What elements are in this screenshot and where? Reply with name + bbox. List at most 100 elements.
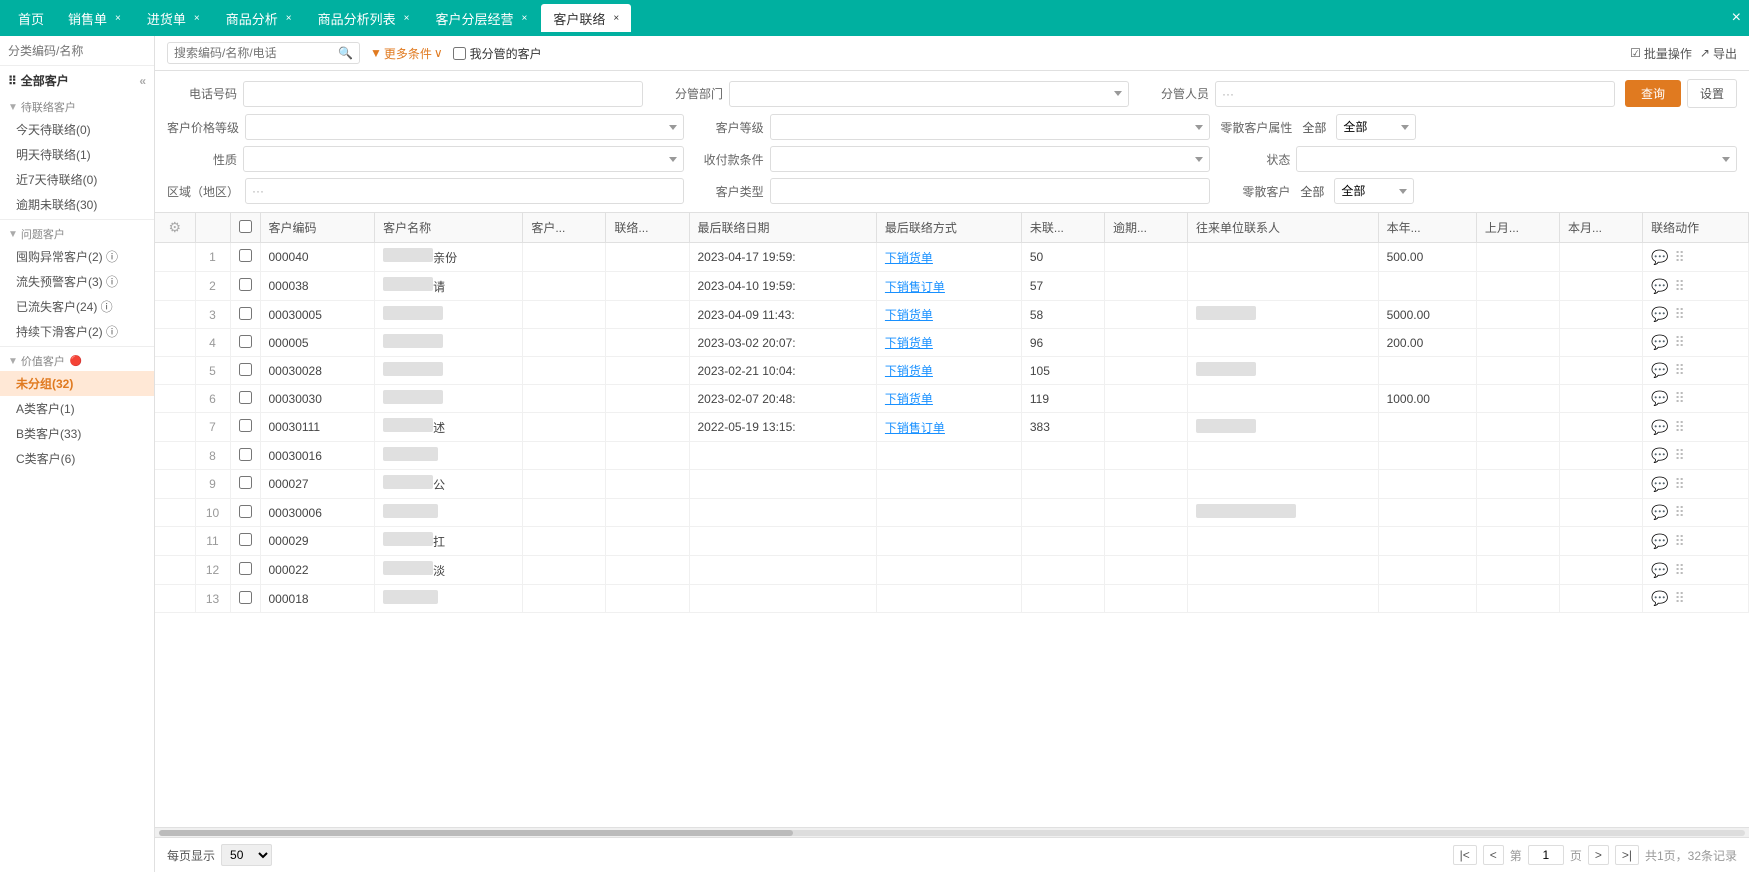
sidebar-item-today[interactable]: 今天待联络(0) bbox=[0, 117, 154, 142]
more-action-icon[interactable]: ⠿ bbox=[1675, 278, 1685, 295]
row-checkbox[interactable] bbox=[239, 533, 252, 546]
last-page-btn[interactable]: >| bbox=[1615, 845, 1639, 865]
more-action-icon[interactable]: ⠿ bbox=[1675, 334, 1685, 351]
sidebar-search-input[interactable] bbox=[8, 44, 155, 58]
row-last-contact-way[interactable]: 下销货单 bbox=[876, 329, 1021, 357]
close-tab-customer-tier[interactable]: × bbox=[521, 13, 527, 24]
close-tab-product[interactable]: × bbox=[286, 13, 292, 24]
more-action-icon[interactable]: ⠿ bbox=[1675, 249, 1685, 266]
row-checkbox[interactable] bbox=[239, 278, 252, 291]
close-tab-product-list[interactable]: × bbox=[404, 13, 410, 24]
row-last-contact-way[interactable]: 下销售订单 bbox=[876, 272, 1021, 301]
contact-icon[interactable]: 💬 bbox=[1651, 419, 1668, 436]
row-last-contact-way[interactable] bbox=[876, 499, 1021, 527]
more-action-icon[interactable]: ⠿ bbox=[1675, 590, 1685, 607]
row-checkbox[interactable] bbox=[239, 363, 252, 376]
row-checkbox-cell[interactable] bbox=[230, 499, 260, 527]
row-checkbox-cell[interactable] bbox=[230, 527, 260, 556]
row-checkbox-cell[interactable] bbox=[230, 357, 260, 385]
select-payment[interactable] bbox=[770, 146, 1211, 172]
checkbox-col-header[interactable] bbox=[230, 213, 260, 243]
tab-purchase-order[interactable]: 进货单 × bbox=[135, 4, 212, 32]
dots-person[interactable]: ··· bbox=[1215, 81, 1615, 107]
row-checkbox-cell[interactable] bbox=[230, 585, 260, 613]
row-checkbox-cell[interactable] bbox=[230, 413, 260, 442]
contact-icon[interactable]: 💬 bbox=[1651, 362, 1668, 379]
more-conditions-btn[interactable]: ▼ 更多条件 ∨ bbox=[370, 45, 443, 62]
select-status[interactable] bbox=[1296, 146, 1737, 172]
contact-icon[interactable]: 💬 bbox=[1651, 590, 1668, 607]
row-checkbox-cell[interactable] bbox=[230, 272, 260, 301]
row-last-contact-way[interactable]: 下销货单 bbox=[876, 385, 1021, 413]
row-last-contact-way[interactable]: 下销货单 bbox=[876, 357, 1021, 385]
row-checkbox[interactable] bbox=[239, 335, 252, 348]
row-checkbox-cell[interactable] bbox=[230, 243, 260, 272]
select-cust-level[interactable] bbox=[770, 114, 1211, 140]
reset-button[interactable]: 设置 bbox=[1687, 79, 1737, 108]
sidebar-item-abnormal[interactable]: 囤购异常客户(2) ⓘ bbox=[0, 244, 154, 269]
row-last-contact-way[interactable]: 下销售订单 bbox=[876, 413, 1021, 442]
close-tab-purchase[interactable]: × bbox=[194, 13, 200, 24]
scrollbar-thumb[interactable] bbox=[159, 830, 793, 836]
select-nature[interactable] bbox=[243, 146, 684, 172]
row-checkbox[interactable] bbox=[239, 249, 252, 262]
search-icon[interactable]: 🔍 bbox=[338, 46, 353, 60]
my-customers-checkbox[interactable] bbox=[453, 47, 466, 60]
more-action-icon[interactable]: ⠿ bbox=[1675, 390, 1685, 407]
all-customers-header[interactable]: ⠿ 全部客户 « bbox=[0, 66, 154, 95]
per-page-select[interactable]: 50 20 100 bbox=[221, 844, 272, 866]
sidebar-item-a-class[interactable]: A类客户(1) bbox=[0, 396, 154, 421]
contact-icon[interactable]: 💬 bbox=[1651, 504, 1668, 521]
select-dept[interactable] bbox=[729, 81, 1129, 107]
contact-icon[interactable]: 💬 bbox=[1651, 278, 1668, 295]
contact-icon[interactable]: 💬 bbox=[1651, 390, 1668, 407]
contact-icon[interactable]: 💬 bbox=[1651, 533, 1668, 550]
first-page-btn[interactable]: |< bbox=[1453, 845, 1477, 865]
row-checkbox[interactable] bbox=[239, 307, 252, 320]
sidebar-item-churned[interactable]: 已流失客户(24) ⓘ bbox=[0, 294, 154, 319]
page-num-input[interactable] bbox=[1528, 845, 1564, 865]
contact-icon[interactable]: 💬 bbox=[1651, 447, 1668, 464]
row-checkbox[interactable] bbox=[239, 562, 252, 575]
row-last-contact-way[interactable] bbox=[876, 527, 1021, 556]
contact-icon[interactable]: 💬 bbox=[1651, 562, 1668, 579]
row-last-contact-way[interactable]: 下销货单 bbox=[876, 243, 1021, 272]
sidebar-item-churn-warning[interactable]: 流失预警客户(3) ⓘ bbox=[0, 269, 154, 294]
batch-ops-btn[interactable]: ☑ 批量操作 bbox=[1630, 45, 1692, 62]
more-action-icon[interactable]: ⠿ bbox=[1675, 419, 1685, 436]
row-checkbox-cell[interactable] bbox=[230, 329, 260, 357]
next-page-btn[interactable]: > bbox=[1588, 845, 1609, 865]
more-action-icon[interactable]: ⠿ bbox=[1675, 306, 1685, 323]
group-problem-label[interactable]: ▼ 问题客户 bbox=[0, 222, 154, 244]
tab-sales-order[interactable]: 销售单 × bbox=[56, 4, 133, 32]
more-action-icon[interactable]: ⠿ bbox=[1675, 362, 1685, 379]
row-checkbox[interactable] bbox=[239, 505, 252, 518]
select-retail-attr[interactable]: 全部 bbox=[1336, 114, 1416, 140]
row-last-contact-way[interactable] bbox=[876, 442, 1021, 470]
tab-product-list[interactable]: 商品分析列表 × bbox=[306, 4, 422, 32]
row-checkbox[interactable] bbox=[239, 591, 252, 604]
input-cust-type[interactable] bbox=[770, 178, 1211, 204]
row-last-contact-way[interactable] bbox=[876, 556, 1021, 585]
settings-col-header[interactable]: ⚙ bbox=[155, 213, 195, 243]
search-input[interactable] bbox=[174, 46, 334, 60]
row-checkbox-cell[interactable] bbox=[230, 385, 260, 413]
sidebar-item-ungrouped[interactable]: 未分组(32) bbox=[0, 371, 154, 396]
row-checkbox[interactable] bbox=[239, 476, 252, 489]
row-checkbox[interactable] bbox=[239, 419, 252, 432]
row-checkbox-cell[interactable] bbox=[230, 442, 260, 470]
select-all-checkbox[interactable] bbox=[239, 220, 252, 233]
sidebar-item-b-class[interactable]: B类客户(33) bbox=[0, 421, 154, 446]
dots-region[interactable]: ··· bbox=[245, 178, 684, 204]
row-checkbox[interactable] bbox=[239, 391, 252, 404]
row-last-contact-way[interactable] bbox=[876, 585, 1021, 613]
contact-icon[interactable]: 💬 bbox=[1651, 306, 1668, 323]
close-all-icon[interactable]: × bbox=[1732, 9, 1741, 27]
prev-page-btn[interactable]: < bbox=[1483, 845, 1504, 865]
row-last-contact-way[interactable] bbox=[876, 470, 1021, 499]
input-phone[interactable] bbox=[243, 81, 643, 107]
sidebar-item-overdue[interactable]: 逾期未联络(30) bbox=[0, 192, 154, 217]
tab-customer-contact[interactable]: 客户联络 × bbox=[541, 4, 631, 32]
more-action-icon[interactable]: ⠿ bbox=[1675, 562, 1685, 579]
row-checkbox-cell[interactable] bbox=[230, 556, 260, 585]
